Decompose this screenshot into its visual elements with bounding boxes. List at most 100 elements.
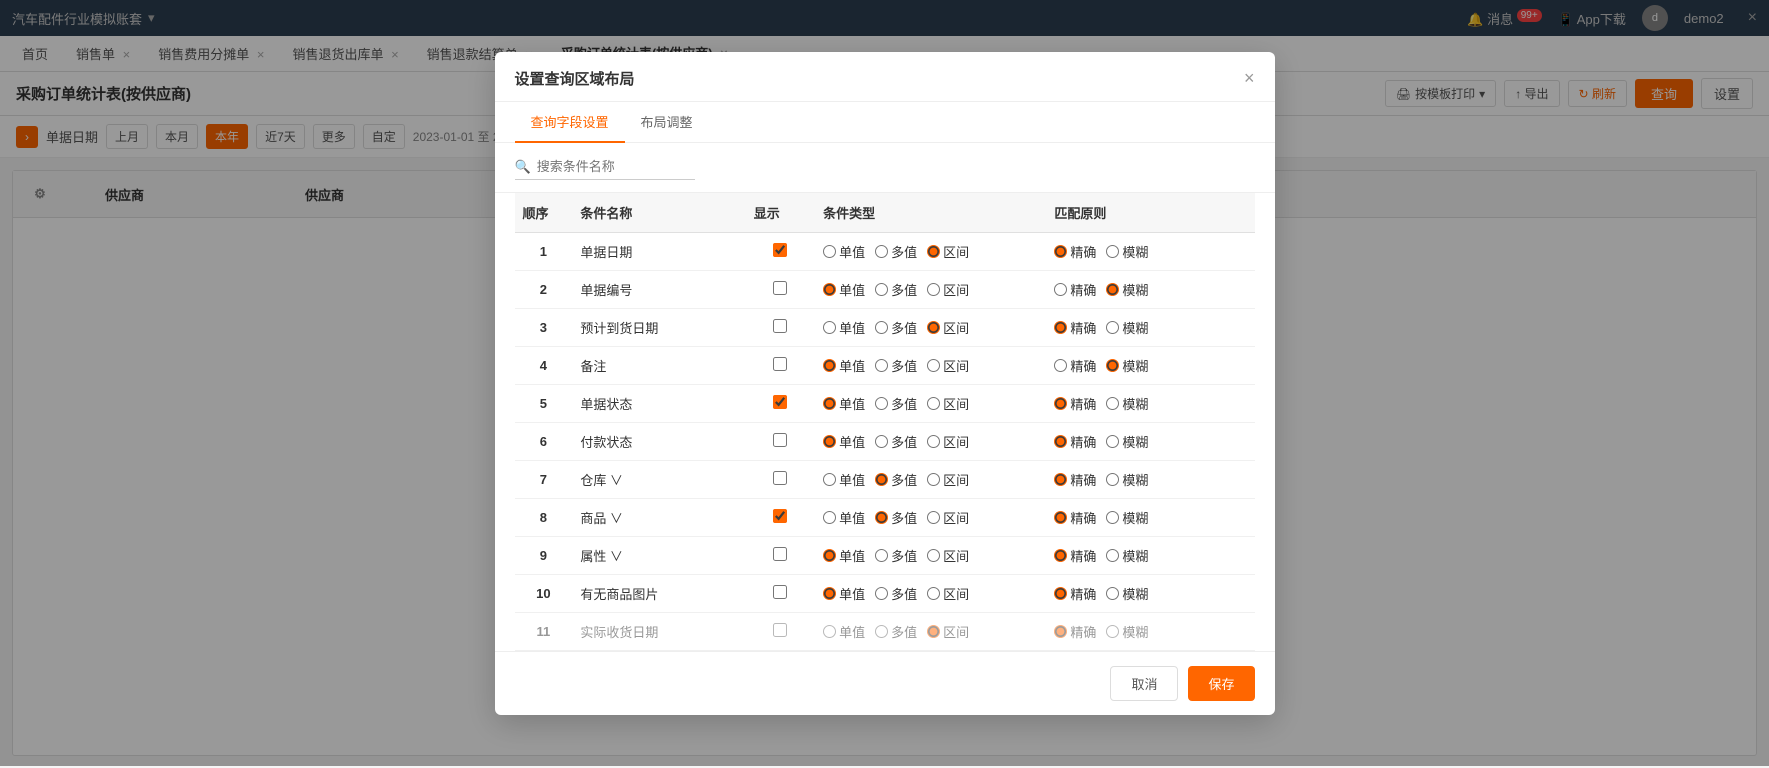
match-radio-label[interactable]: 精确 xyxy=(1054,470,1096,489)
type-radio[interactable] xyxy=(823,283,836,296)
cell-display[interactable] xyxy=(746,574,815,612)
type-radio-label[interactable]: 多值 xyxy=(875,356,917,375)
type-radio[interactable] xyxy=(927,245,940,258)
type-radio[interactable] xyxy=(927,283,940,296)
type-radio[interactable] xyxy=(823,435,836,448)
cell-display[interactable] xyxy=(746,270,815,308)
match-radio[interactable] xyxy=(1054,511,1067,524)
cell-display[interactable] xyxy=(746,612,815,650)
cell-display[interactable] xyxy=(746,308,815,346)
cancel-button[interactable]: 取消 xyxy=(1110,666,1178,701)
display-checkbox[interactable] xyxy=(773,357,787,371)
match-radio-label[interactable]: 模糊 xyxy=(1106,318,1148,337)
type-radio-label[interactable]: 单值 xyxy=(823,394,865,413)
cell-display[interactable] xyxy=(746,232,815,270)
match-radio-label[interactable]: 模糊 xyxy=(1106,242,1148,261)
type-radio[interactable] xyxy=(927,359,940,372)
type-radio[interactable] xyxy=(875,245,888,258)
type-radio-label[interactable]: 单值 xyxy=(823,508,865,527)
type-radio-label[interactable]: 单值 xyxy=(823,356,865,375)
match-radio[interactable] xyxy=(1054,625,1067,638)
type-radio-label[interactable]: 单值 xyxy=(823,432,865,451)
type-radio[interactable] xyxy=(823,587,836,600)
match-radio-label[interactable]: 精确 xyxy=(1054,394,1096,413)
type-radio-label[interactable]: 多值 xyxy=(875,432,917,451)
type-radio[interactable] xyxy=(823,321,836,334)
match-radio-label[interactable]: 精确 xyxy=(1054,432,1096,451)
type-radio-label[interactable]: 区间 xyxy=(927,470,969,489)
type-radio[interactable] xyxy=(823,473,836,486)
match-radio-label[interactable]: 精确 xyxy=(1054,356,1096,375)
match-radio[interactable] xyxy=(1054,473,1067,486)
match-radio-label[interactable]: 精确 xyxy=(1054,584,1096,603)
match-radio-label[interactable]: 模糊 xyxy=(1106,356,1148,375)
match-radio[interactable] xyxy=(1054,435,1067,448)
display-checkbox[interactable] xyxy=(773,433,787,447)
match-radio-label[interactable]: 精确 xyxy=(1054,622,1096,641)
match-radio-label[interactable]: 模糊 xyxy=(1106,470,1148,489)
display-checkbox[interactable] xyxy=(773,509,787,523)
type-radio-label[interactable]: 多值 xyxy=(875,622,917,641)
match-radio[interactable] xyxy=(1106,549,1119,562)
cell-display[interactable] xyxy=(746,422,815,460)
save-button[interactable]: 保存 xyxy=(1188,666,1254,701)
match-radio[interactable] xyxy=(1054,549,1067,562)
match-radio-label[interactable]: 模糊 xyxy=(1106,280,1148,299)
type-radio-label[interactable]: 单值 xyxy=(823,242,865,261)
match-radio[interactable] xyxy=(1054,359,1067,372)
type-radio-label[interactable]: 区间 xyxy=(927,622,969,641)
display-checkbox[interactable] xyxy=(773,623,787,637)
match-radio-label[interactable]: 精确 xyxy=(1054,280,1096,299)
match-radio[interactable] xyxy=(1054,245,1067,258)
match-radio-label[interactable]: 精确 xyxy=(1054,508,1096,527)
cell-display[interactable] xyxy=(746,460,815,498)
type-radio[interactable] xyxy=(875,283,888,296)
type-radio-label[interactable]: 区间 xyxy=(927,318,969,337)
match-radio[interactable] xyxy=(1106,397,1119,410)
type-radio-label[interactable]: 区间 xyxy=(927,356,969,375)
type-radio[interactable] xyxy=(875,321,888,334)
match-radio[interactable] xyxy=(1106,625,1119,638)
type-radio[interactable] xyxy=(927,473,940,486)
match-radio-label[interactable]: 模糊 xyxy=(1106,508,1148,527)
match-radio-label[interactable]: 精确 xyxy=(1054,546,1096,565)
type-radio-label[interactable]: 单值 xyxy=(823,470,865,489)
type-radio-label[interactable]: 单值 xyxy=(823,546,865,565)
type-radio-label[interactable]: 多值 xyxy=(875,508,917,527)
cell-display[interactable] xyxy=(746,384,815,422)
type-radio[interactable] xyxy=(875,435,888,448)
type-radio[interactable] xyxy=(927,321,940,334)
type-radio[interactable] xyxy=(927,397,940,410)
type-radio-label[interactable]: 多值 xyxy=(875,546,917,565)
type-radio-label[interactable]: 区间 xyxy=(927,394,969,413)
type-radio[interactable] xyxy=(875,511,888,524)
type-radio[interactable] xyxy=(823,245,836,258)
type-radio[interactable] xyxy=(875,587,888,600)
match-radio[interactable] xyxy=(1054,283,1067,296)
match-radio[interactable] xyxy=(1106,245,1119,258)
match-radio-label[interactable]: 模糊 xyxy=(1106,622,1148,641)
match-radio[interactable] xyxy=(1106,359,1119,372)
match-radio[interactable] xyxy=(1106,587,1119,600)
type-radio[interactable] xyxy=(927,587,940,600)
display-checkbox[interactable] xyxy=(773,319,787,333)
type-radio[interactable] xyxy=(875,359,888,372)
display-checkbox[interactable] xyxy=(773,395,787,409)
type-radio[interactable] xyxy=(823,549,836,562)
type-radio-label[interactable]: 多值 xyxy=(875,242,917,261)
match-radio-label[interactable]: 模糊 xyxy=(1106,432,1148,451)
modal-tab-query-fields[interactable]: 查询字段设置 xyxy=(515,102,625,143)
type-radio[interactable] xyxy=(875,397,888,410)
display-checkbox[interactable] xyxy=(773,281,787,295)
type-radio-label[interactable]: 多值 xyxy=(875,318,917,337)
match-radio[interactable] xyxy=(1054,587,1067,600)
type-radio-label[interactable]: 区间 xyxy=(927,242,969,261)
match-radio[interactable] xyxy=(1054,321,1067,334)
match-radio[interactable] xyxy=(1106,511,1119,524)
type-radio[interactable] xyxy=(875,473,888,486)
match-radio[interactable] xyxy=(1106,435,1119,448)
type-radio-label[interactable]: 多值 xyxy=(875,584,917,603)
match-radio-label[interactable]: 模糊 xyxy=(1106,584,1148,603)
type-radio-label[interactable]: 单值 xyxy=(823,584,865,603)
search-input[interactable] xyxy=(537,159,687,174)
